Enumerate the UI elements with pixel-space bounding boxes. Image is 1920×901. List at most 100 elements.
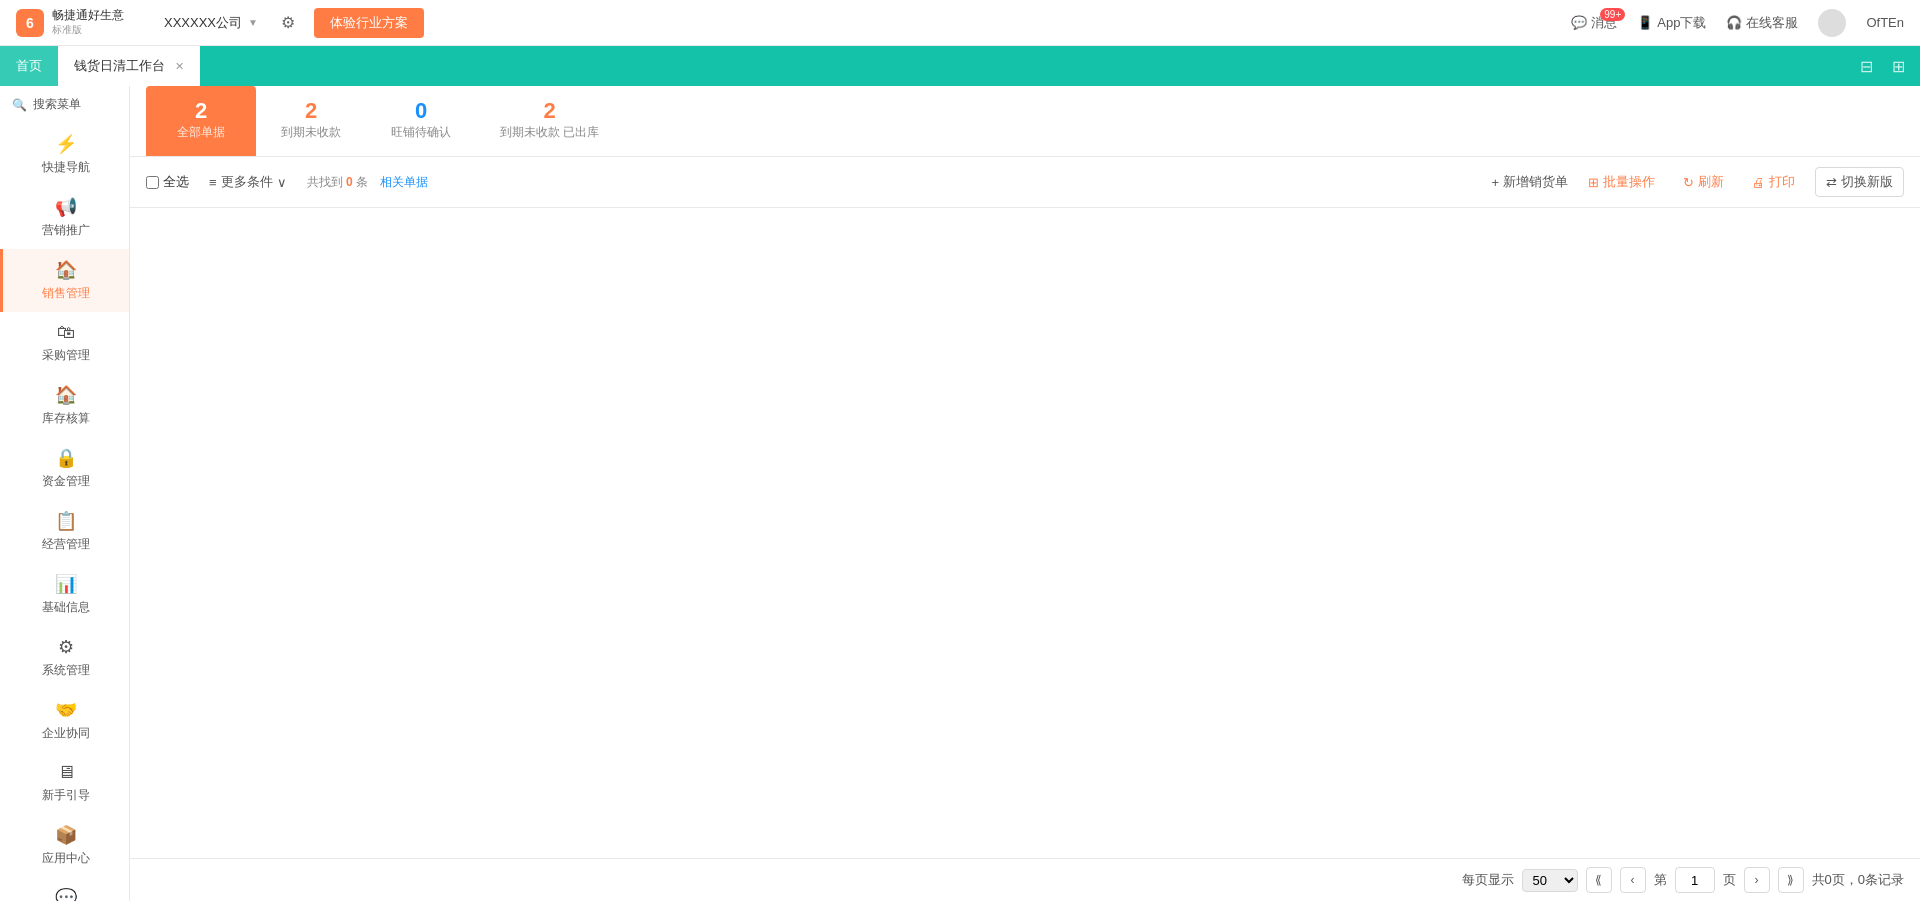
app-download-label: App下载	[1657, 14, 1706, 32]
beginner-icon: 🖥	[57, 762, 75, 783]
minimize-tab-button[interactable]: ⊟	[1852, 52, 1880, 80]
stat-tab-wangpu[interactable]: 0 旺铺待确认	[366, 86, 476, 156]
result-unit: 条	[356, 175, 368, 189]
online-service-label: 在线客服	[1746, 14, 1798, 32]
username: OfTEn	[1866, 15, 1904, 30]
batch-icon: ⊞	[1588, 175, 1599, 190]
sidebar-item-wechat[interactable]: 💬 企业微信	[0, 877, 129, 901]
tab-home[interactable]: 首页	[0, 46, 58, 86]
logo-area: 6 畅捷通好生意 标准版	[16, 8, 146, 38]
select-all-input[interactable]	[146, 176, 159, 189]
sidebar-label-system: 系统管理	[42, 662, 90, 679]
sidebar-item-app-center[interactable]: 📦 应用中心	[0, 814, 129, 877]
page-size-label: 每页显示	[1462, 871, 1514, 889]
sidebar-item-system[interactable]: ⚙ 系统管理	[0, 626, 129, 689]
sidebar: 🔍 搜索菜单 ⚡ 快捷导航 📢 营销推广 🏠 销售管理 🛍 采购管理 🏠 库存核…	[0, 86, 130, 901]
toolbar-right: + 新增销货单 ⊞ 批量操作 ↻ 刷新 🖨 打印 ⇄ 切换新版	[1491, 167, 1904, 197]
message-item[interactable]: 💬 消息 99+	[1571, 14, 1617, 32]
sidebar-item-purchase[interactable]: 🛍 采购管理	[0, 312, 129, 374]
content-area: 2 全部单据 2 到期未收款 0 旺铺待确认 2 到期未收款 已出库 全选	[130, 86, 1920, 901]
tab-close-icon[interactable]: ✕	[175, 60, 184, 73]
app-badge: 标准版	[52, 23, 124, 37]
stat-wangpu-label: 旺铺待确认	[391, 124, 451, 141]
header-right: 💬 消息 99+ 📱 App下载 🎧 在线客服 OfTEn	[1571, 9, 1904, 37]
page-size-select[interactable]: 50 100 200	[1522, 869, 1578, 892]
basic-info-icon: 📊	[55, 573, 77, 595]
app-name: 畅捷通好生意	[52, 8, 124, 24]
toolbar: 全选 ≡ 更多条件 ∨ 共找到 0 条 相关单据 + 新增销货单 ⊞ 批量	[130, 157, 1920, 208]
stat-overdue-label: 到期未收款	[281, 124, 341, 141]
company-selector[interactable]: XXXXXX公司 ▼	[156, 10, 266, 36]
stat-tab-all[interactable]: 2 全部单据	[146, 86, 256, 156]
sidebar-label-operations: 经营管理	[42, 536, 90, 553]
system-icon: ⚙	[58, 636, 74, 658]
stats-tabs: 2 全部单据 2 到期未收款 0 旺铺待确认 2 到期未收款 已出库	[130, 86, 1920, 157]
purchase-icon: 🛍	[57, 322, 75, 343]
more-filter-button[interactable]: ≡ 更多条件 ∨	[201, 169, 295, 195]
switch-icon: ⇄	[1826, 175, 1837, 190]
wechat-icon: 💬	[55, 887, 77, 901]
batch-operation-button[interactable]: ⊞ 批量操作	[1580, 169, 1663, 195]
avatar[interactable]	[1818, 9, 1846, 37]
related-records-button[interactable]: 相关单据	[380, 174, 428, 191]
sidebar-item-beginner[interactable]: 🖥 新手引导	[0, 752, 129, 814]
stat-overdue-shipped-label: 到期未收款 已出库	[500, 124, 599, 141]
sidebar-item-sales[interactable]: 🏠 销售管理	[0, 249, 129, 312]
sidebar-label-app-center: 应用中心	[42, 850, 90, 867]
prev-page-button[interactable]: ‹	[1620, 867, 1646, 893]
table-area	[130, 208, 1920, 858]
app-download-item[interactable]: 📱 App下载	[1637, 14, 1706, 32]
sidebar-item-quick-nav[interactable]: ⚡ 快捷导航	[0, 123, 129, 186]
page-input[interactable]	[1675, 867, 1715, 893]
nav-tabs: 首页 钱货日清工作台 ✕ ⊟ ⊞	[0, 46, 1920, 86]
sidebar-item-operations[interactable]: 📋 经营管理	[0, 500, 129, 563]
sidebar-item-marketing[interactable]: 📢 营销推广	[0, 186, 129, 249]
maximize-tab-button[interactable]: ⊞	[1884, 52, 1912, 80]
result-prefix: 共找到	[307, 175, 343, 189]
first-page-button[interactable]: ⟪	[1586, 867, 1612, 893]
sidebar-item-inventory[interactable]: 🏠 库存核算	[0, 374, 129, 437]
tab-cashflow-workbench[interactable]: 钱货日清工作台 ✕	[58, 46, 200, 86]
logo-text-block: 畅捷通好生意 标准版	[52, 8, 124, 38]
search-menu-item[interactable]: 🔍 搜索菜单	[0, 86, 129, 123]
marketing-icon: 📢	[55, 196, 77, 218]
refresh-icon: ↻	[1683, 175, 1694, 190]
add-sales-order-button[interactable]: + 新增销货单	[1491, 173, 1568, 191]
refresh-button[interactable]: ↻ 刷新	[1675, 169, 1732, 195]
add-icon: +	[1491, 175, 1499, 190]
sidebar-item-enterprise-collab[interactable]: 🤝 企业协同	[0, 689, 129, 752]
stat-wangpu-count: 0	[415, 98, 427, 124]
select-all-label: 全选	[163, 173, 189, 191]
settings-button[interactable]: ⚙	[274, 9, 302, 37]
stat-tab-overdue[interactable]: 2 到期未收款	[256, 86, 366, 156]
cashflow-tab-label: 钱货日清工作台	[74, 57, 165, 75]
nav-tabs-right: ⊟ ⊞	[1852, 52, 1920, 80]
app-download-icon: 📱	[1637, 15, 1653, 30]
next-page-button[interactable]: ›	[1744, 867, 1770, 893]
stat-tab-overdue-shipped[interactable]: 2 到期未收款 已出库	[476, 86, 623, 156]
page-label: 第	[1654, 871, 1667, 889]
filter-arrow-icon: ∨	[277, 175, 287, 190]
sidebar-item-basic-info[interactable]: 📊 基础信息	[0, 563, 129, 626]
filter-icon: ≡	[209, 175, 217, 190]
print-button[interactable]: 🖨 打印	[1744, 169, 1803, 195]
quick-nav-icon: ⚡	[55, 133, 77, 155]
pagination-footer: 每页显示 50 100 200 ⟪ ‹ 第 页 › ⟫ 共0页，0条记录	[130, 858, 1920, 901]
stat-overdue-shipped-count: 2	[544, 98, 556, 124]
sidebar-label-marketing: 营销推广	[42, 222, 90, 239]
online-service-item[interactable]: 🎧 在线客服	[1726, 14, 1798, 32]
result-text: 共找到 0 条	[307, 174, 368, 191]
select-all-checkbox[interactable]: 全选	[146, 173, 189, 191]
sidebar-label-enterprise-collab: 企业协同	[42, 725, 90, 742]
switch-version-button[interactable]: ⇄ 切换新版	[1815, 167, 1904, 197]
sidebar-label-inventory: 库存核算	[42, 410, 90, 427]
app-center-icon: 📦	[55, 824, 77, 846]
home-tab-label: 首页	[16, 57, 42, 75]
filter-label: 更多条件	[221, 173, 273, 191]
experience-button[interactable]: 体验行业方案	[314, 8, 424, 38]
finance-icon: 🔒	[55, 447, 77, 469]
last-page-button[interactable]: ⟫	[1778, 867, 1804, 893]
sidebar-item-finance[interactable]: 🔒 资金管理	[0, 437, 129, 500]
enterprise-collab-icon: 🤝	[55, 699, 77, 721]
switch-label: 切换新版	[1841, 173, 1893, 191]
